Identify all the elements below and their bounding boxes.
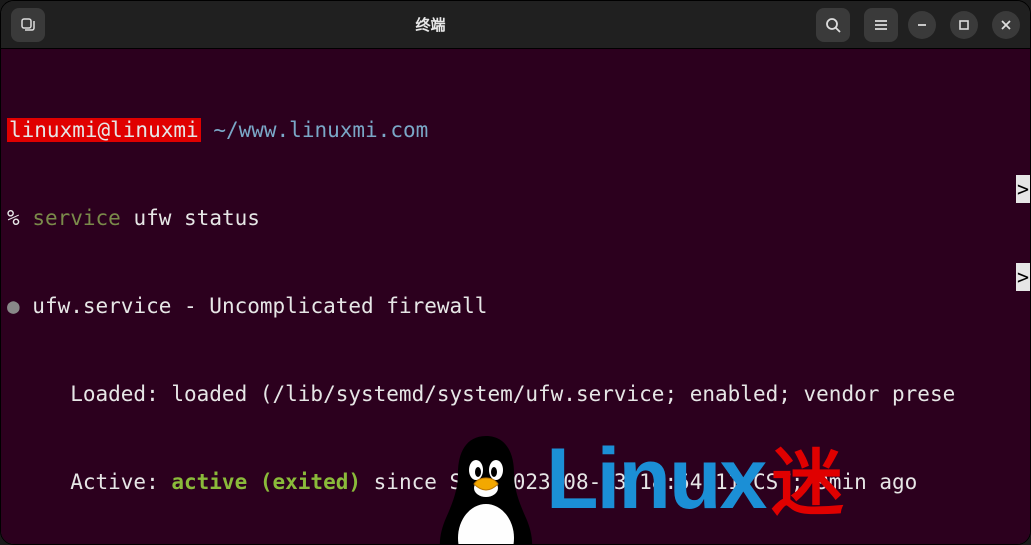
maximize-button[interactable] <box>950 11 978 39</box>
current-path: ~/www.linuxmi.com <box>213 118 428 142</box>
prompt-symbol: % <box>7 206 20 230</box>
bullet-icon: ● <box>7 294 32 318</box>
minimize-button[interactable] <box>908 11 936 39</box>
active-line: Active: active (exited) since Sun 2023-0… <box>7 468 1024 497</box>
user-host: linuxmi@linuxmi <box>7 118 201 142</box>
titlebar: 终端 <box>1 1 1030 49</box>
service-header: ● ufw.service - Uncomplicated firewall <box>7 292 1024 321</box>
active-status: active (exited) <box>159 470 361 494</box>
terminal-content[interactable]: linuxmi@linuxmi ~/www.linuxmi.com % serv… <box>1 49 1030 544</box>
wrap-indicator-icon: > <box>1016 175 1030 203</box>
search-button[interactable] <box>816 8 850 42</box>
prompt-line-1: linuxmi@linuxmi ~/www.linuxmi.com <box>7 116 1024 145</box>
service-name: ufw.service - Uncomplicated firewall <box>32 294 487 318</box>
prompt-line-2: % service ufw status <box>7 204 1024 233</box>
terminal-window: 终端 lin <box>0 0 1031 545</box>
command-keyword: service <box>32 206 121 230</box>
window-title: 终端 <box>45 14 816 35</box>
loaded-line: Loaded: loaded (/lib/systemd/system/ufw.… <box>7 380 1024 409</box>
wrap-indicator-icon: > <box>1016 263 1030 291</box>
close-button[interactable] <box>992 11 1020 39</box>
command-args: ufw status <box>121 206 260 230</box>
new-tab-button[interactable] <box>11 8 45 42</box>
menu-button[interactable] <box>864 8 898 42</box>
